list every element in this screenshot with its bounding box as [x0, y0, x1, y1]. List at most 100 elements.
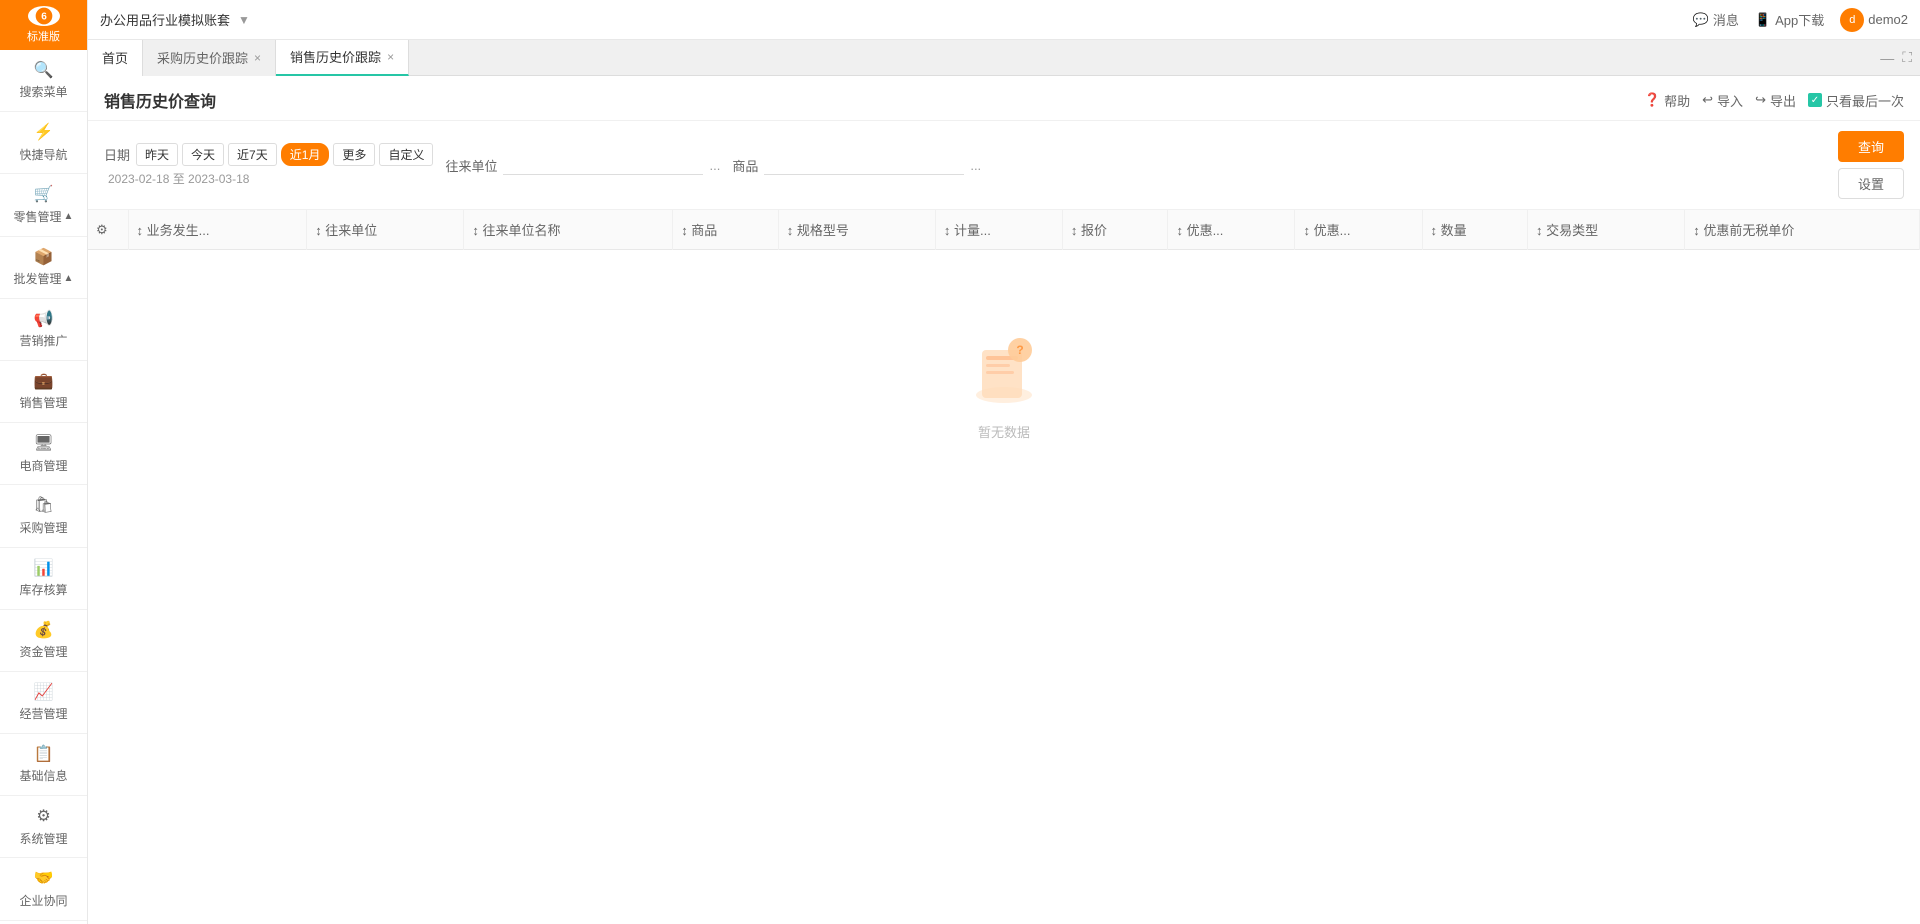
sidebar-item-basic[interactable]: 📋基础信息	[0, 734, 87, 796]
partner-input[interactable]	[503, 155, 703, 175]
tab-purchase-close[interactable]: ×	[254, 51, 261, 65]
top-bar: 办公用品行业模拟账套 ▼ 💬 消息 📱 App下载 d demo2	[88, 0, 1920, 40]
app-icon: 📱	[1755, 12, 1771, 28]
date-buttons-row: 日期 昨天 今天 近7天 近1月 更多 自定义	[104, 143, 433, 166]
col-pre-tax-price[interactable]: ↕ 优惠前无税单价	[1685, 210, 1920, 250]
page-title: 销售历史价查询	[104, 88, 216, 112]
filter-bar: 日期 昨天 今天 近7天 近1月 更多 自定义 2023-02-18 至 202…	[88, 121, 1920, 210]
message-icon: 💬	[1693, 12, 1709, 28]
col-discount1[interactable]: ↕ 优惠...	[1168, 210, 1295, 250]
date-btn-yesterday[interactable]: 昨天	[136, 143, 178, 166]
app-download-btn[interactable]: 📱 App下载	[1755, 10, 1824, 29]
help-icon: ❓	[1644, 92, 1660, 108]
import-icon: ↩	[1702, 92, 1713, 108]
col-partner-code[interactable]: ↕ 往来单位	[307, 210, 464, 250]
col-trade-type[interactable]: ↕ 交易类型	[1528, 210, 1685, 250]
col-spec[interactable]: ↕ 规格型号	[778, 210, 935, 250]
col-date[interactable]: ↕ 业务发生...	[128, 210, 307, 250]
avatar: d	[1840, 8, 1864, 32]
sidebar-item-label-finance: 资金管理	[19, 644, 67, 661]
app-title: 办公用品行业模拟账套	[100, 10, 230, 29]
col-goods[interactable]: ↕ 商品	[673, 210, 779, 250]
wholesale-icon: 📦	[34, 247, 54, 269]
arrow-icon: ▲	[64, 210, 74, 224]
sidebar-item-label-operations: 经营管理	[19, 706, 67, 723]
tab-sales-history[interactable]: 销售历史价跟踪 ×	[276, 40, 409, 76]
sidebar-item-sales[interactable]: 💼销售管理	[0, 361, 87, 423]
tab-bar: 首页 采购历史价跟踪 × 销售历史价跟踪 × — ⛶	[88, 40, 1920, 76]
window-controls: — ⛶	[1880, 49, 1920, 66]
logo-icon: 6	[28, 6, 60, 26]
date-btn-custom[interactable]: 自定义	[379, 143, 433, 166]
sidebar-item-system[interactable]: ⚙ 系统管理	[0, 796, 87, 858]
col-partner-name[interactable]: ↕ 往来单位名称	[464, 210, 673, 250]
minimize-btn[interactable]: —	[1880, 50, 1894, 66]
system-icon: ⚙	[36, 806, 50, 828]
empty-icon: ?	[964, 330, 1044, 410]
search-icon: 🔍	[34, 60, 54, 82]
svg-text:?: ?	[1016, 343, 1023, 357]
sidebar-item-retail[interactable]: 🛒零售管理▲	[0, 174, 87, 236]
sidebar-item-operations[interactable]: 📈 经营管理	[0, 672, 87, 734]
date-filter-group: 日期 昨天 今天 近7天 近1月 更多 自定义 2023-02-18 至 202…	[104, 143, 433, 187]
goods-label: 商品	[732, 156, 758, 175]
sidebar-item-label-retail: 零售管理	[14, 209, 62, 226]
date-btn-7days[interactable]: 近7天	[228, 143, 277, 166]
sidebar-item-label-search: 搜索菜单	[19, 84, 67, 101]
sidebar-item-search[interactable]: 🔍 搜索菜单	[0, 50, 87, 112]
sidebar-item-newbie[interactable]: 🎯新手引导	[0, 921, 87, 924]
col-unit[interactable]: ↕ 计量...	[935, 210, 1062, 250]
tab-purchase-history[interactable]: 采购历史价跟踪 ×	[143, 40, 276, 76]
enterprise-icon: 🤝	[34, 868, 54, 890]
tab-sales-close[interactable]: ×	[387, 50, 394, 64]
export-icon: ↪	[1755, 92, 1766, 108]
help-btn[interactable]: ❓ 帮助	[1644, 91, 1690, 110]
sidebar-item-label-sales: 销售管理	[19, 395, 67, 412]
goods-dots[interactable]: ...	[970, 158, 981, 173]
date-btn-more[interactable]: 更多	[333, 143, 375, 166]
date-label: 日期	[104, 145, 130, 164]
tab-home[interactable]: 首页	[88, 40, 143, 76]
settings-button[interactable]: 设置	[1838, 168, 1904, 199]
sidebar-item-inventory[interactable]: 📊库存核算	[0, 548, 87, 610]
maximize-btn[interactable]: ⛶	[1902, 49, 1912, 66]
col-quantity[interactable]: ↕ 数量	[1422, 210, 1528, 250]
sidebar-item-marketing[interactable]: 📢营销推广	[0, 299, 87, 361]
query-button[interactable]: 查询	[1838, 131, 1904, 162]
checkbox-box	[1808, 93, 1822, 107]
tab-purchase-history-label: 采购历史价跟踪	[157, 48, 248, 67]
table-container: ⚙ ↕ 业务发生... ↕ 往来单位 ↕ 往来单位名称 ↕ 商品	[88, 210, 1920, 521]
page-area: 销售历史价查询 ❓ 帮助 ↩ 导入 ↪ 导出 只看最后一次	[88, 76, 1920, 924]
svg-text:6: 6	[41, 11, 47, 22]
date-range-display: 2023-02-18 至 2023-03-18	[104, 170, 433, 187]
message-btn[interactable]: 💬 消息	[1693, 10, 1739, 29]
goods-input[interactable]	[764, 155, 964, 175]
sidebar-item-label-system: 系统管理	[19, 831, 67, 848]
partner-dots[interactable]: ...	[709, 158, 720, 173]
empty-state: ? 暂无数据	[88, 250, 1920, 521]
sidebar-item-quick-nav[interactable]: ⚡快捷导航	[0, 112, 87, 174]
sidebar-item-enterprise[interactable]: 🤝企业协同	[0, 858, 87, 920]
sidebar-item-purchase[interactable]: 🛍 采购管理	[0, 485, 87, 547]
partner-label: 往来单位	[445, 156, 497, 175]
title-dropdown[interactable]: ▼	[238, 13, 250, 27]
import-btn[interactable]: ↩ 导入	[1702, 91, 1743, 110]
sidebar-item-finance[interactable]: 💰资金管理	[0, 610, 87, 672]
col-discount2[interactable]: ↕ 优惠...	[1295, 210, 1422, 250]
empty-text: 暂无数据	[978, 422, 1030, 441]
top-bar-left: 办公用品行业模拟账套 ▼	[100, 10, 250, 29]
sidebar-item-label-purchase: 采购管理	[19, 520, 67, 537]
operations-icon: 📈	[34, 682, 54, 704]
user-profile[interactable]: d demo2	[1840, 8, 1908, 32]
col-gear[interactable]: ⚙	[88, 210, 128, 250]
col-price[interactable]: ↕ 报价	[1062, 210, 1168, 250]
sidebar-item-wholesale[interactable]: 📦批发管理▲	[0, 237, 87, 299]
sidebar-item-ecommerce[interactable]: 🖥电商管理	[0, 423, 87, 485]
only-last-checkbox[interactable]: 只看最后一次	[1808, 91, 1904, 110]
top-bar-right: 💬 消息 📱 App下载 d demo2	[1693, 8, 1908, 32]
tab-home-label: 首页	[102, 48, 128, 67]
export-btn[interactable]: ↪ 导出	[1755, 91, 1796, 110]
purchase-icon: 🛍	[33, 495, 53, 517]
date-btn-today[interactable]: 今天	[182, 143, 224, 166]
date-btn-1month[interactable]: 近1月	[281, 143, 330, 166]
